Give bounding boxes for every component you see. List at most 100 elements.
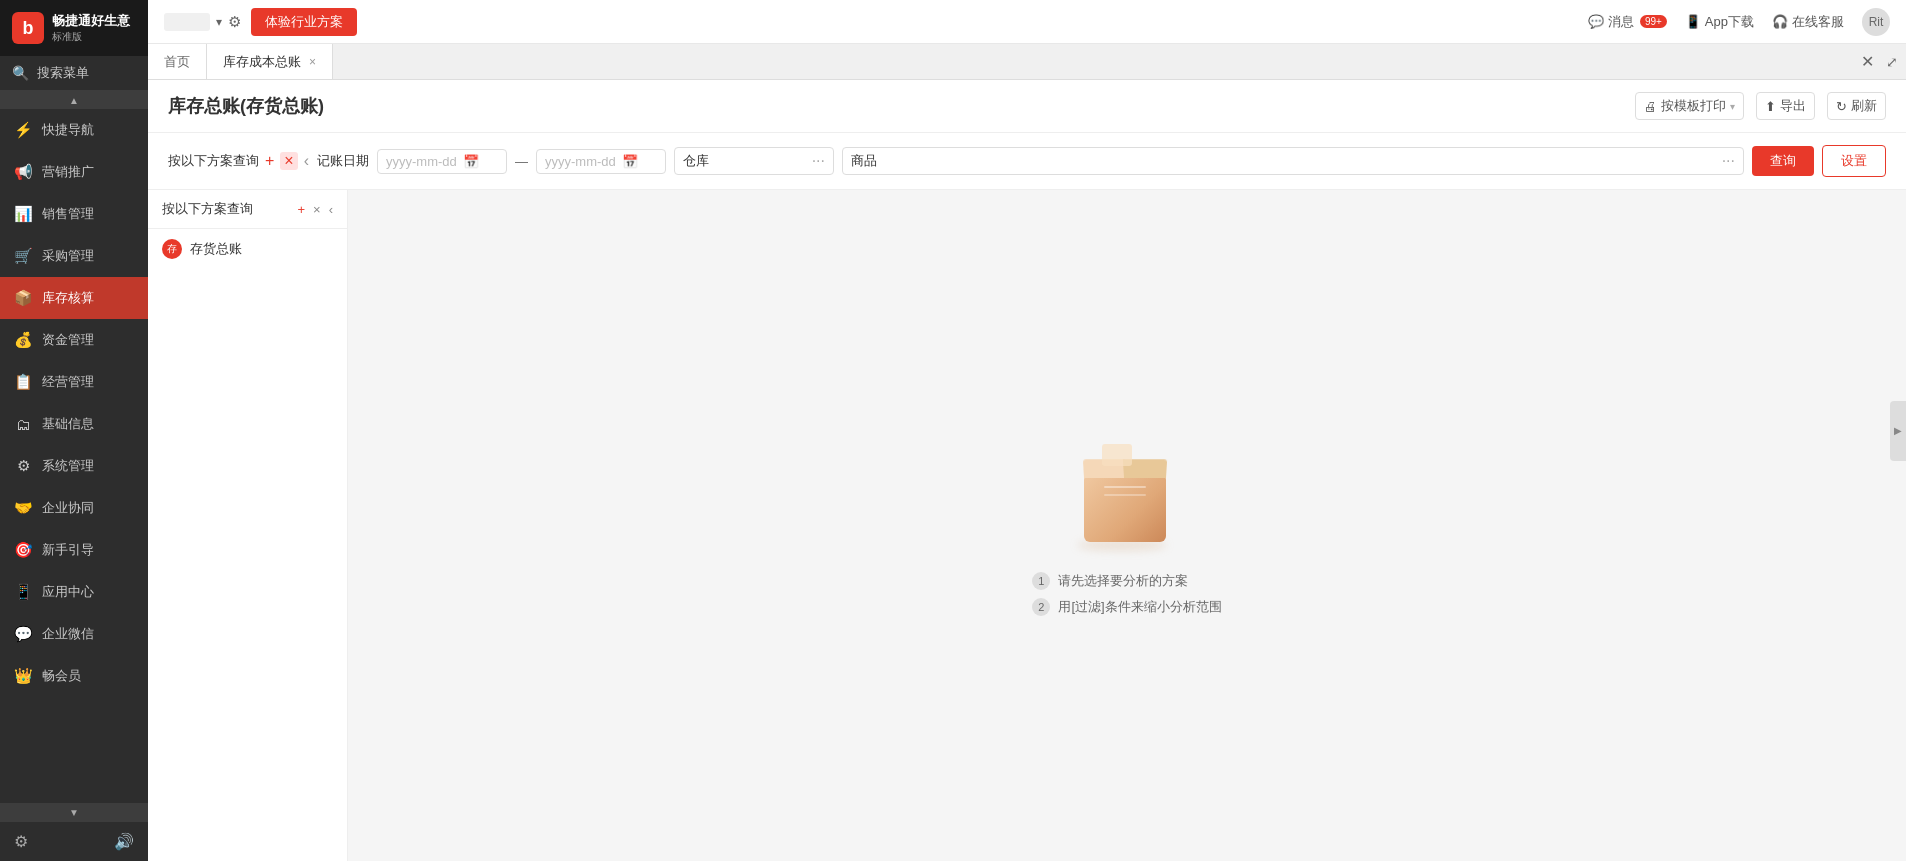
right-panel-toggle[interactable]: ▶ xyxy=(1890,401,1906,461)
scheme-item-inventory[interactable]: 存 存货总账 xyxy=(148,229,347,269)
export-btn[interactable]: ⬆ 导出 xyxy=(1756,92,1815,120)
sidebar-item-sales[interactable]: 📊 销售管理 xyxy=(0,193,148,235)
export-icon: ⬆ xyxy=(1765,99,1776,114)
sidebar-item-enterprise[interactable]: 🤝 企业协同 xyxy=(0,487,148,529)
filter-collapse-icon[interactable]: ‹ xyxy=(304,152,309,170)
panel-collapse-icon[interactable]: ‹ xyxy=(329,202,333,217)
topbar-right: 💬 消息 99+ 📱 App下载 🎧 在线客服 Rit xyxy=(1588,8,1890,36)
filter-controls: 记账日期 yyyy-mm-dd 📅 — yyyy-mm-dd 📅 仓库 ··· … xyxy=(317,147,1744,175)
basic-icon: 🗂 xyxy=(14,416,32,433)
quick-nav-icon: ⚡ xyxy=(14,121,32,139)
sidebar-item-purchase[interactable]: 🛒 采购管理 xyxy=(0,235,148,277)
query-button[interactable]: 查询 xyxy=(1752,146,1814,176)
headset-icon: 🎧 xyxy=(1772,14,1788,29)
sidebar-item-basic[interactable]: 🗂 基础信息 xyxy=(0,403,148,445)
sales-icon: 📊 xyxy=(14,205,32,223)
finance-icon: 💰 xyxy=(14,331,32,349)
sidebar-item-wechat[interactable]: 💬 企业微信 xyxy=(0,613,148,655)
print-btn[interactable]: 🖨 按模板打印 ▾ xyxy=(1635,92,1744,120)
product-more-icon[interactable]: ··· xyxy=(1722,152,1735,170)
page-actions: 🖨 按模板打印 ▾ ⬆ 导出 ↻ 刷新 xyxy=(1635,92,1886,120)
wechat-icon: 💬 xyxy=(14,625,32,643)
sidebar-item-operations[interactable]: 📋 经营管理 xyxy=(0,361,148,403)
hint-num-1: 1 xyxy=(1032,572,1050,590)
filter-area: 按以下方案查询 + × ‹ 记账日期 yyyy-mm-dd 📅 — yyyy-m… xyxy=(148,133,1906,190)
logo-icon: b xyxy=(12,12,44,44)
empty-illustration xyxy=(1062,436,1192,556)
calendar-start-icon[interactable]: 📅 xyxy=(463,154,479,169)
product-select[interactable]: 商品 ··· xyxy=(842,147,1744,175)
app-download-item[interactable]: 📱 App下载 xyxy=(1685,13,1754,31)
scroll-up-button[interactable]: ▲ xyxy=(0,91,148,109)
warehouse-select[interactable]: 仓库 ··· xyxy=(674,147,834,175)
filter-actions: 查询 设置 xyxy=(1752,145,1886,177)
content-area: 按以下方案查询 + × ‹ 存 存货总账 xyxy=(148,190,1906,861)
topbar: ▾ ⚙ 体验行业方案 💬 消息 99+ 📱 App下载 🎧 在线客服 Rit xyxy=(148,0,1906,44)
marketing-icon: 📢 xyxy=(14,163,32,181)
panel-header-icons: + × ‹ xyxy=(297,202,333,217)
topbar-settings-icon[interactable]: ⚙ xyxy=(228,13,241,31)
guide-icon: 🎯 xyxy=(14,541,32,559)
data-area: 1 请先选择要分析的方案 2 用[过滤]条件来缩小分析范围 xyxy=(348,190,1906,861)
refresh-btn[interactable]: ↻ 刷新 xyxy=(1827,92,1886,120)
expand-icon[interactable]: ⤢ xyxy=(1886,54,1898,70)
page-header: 库存总账(存货总账) 🖨 按模板打印 ▾ ⬆ 导出 ↻ 刷新 xyxy=(148,80,1906,133)
sidebar-item-finance[interactable]: 💰 资金管理 xyxy=(0,319,148,361)
settings-button[interactable]: 设置 xyxy=(1822,145,1886,177)
sidebar-item-quick-nav[interactable]: ⚡ 快捷导航 xyxy=(0,109,148,151)
topbar-placeholder xyxy=(164,13,210,31)
phone-icon: 📱 xyxy=(1685,14,1701,29)
panel-delete-icon[interactable]: × xyxy=(313,202,321,217)
user-avatar[interactable]: Rit xyxy=(1862,8,1890,36)
tabs-bar: 首页 库存成本总账 × ✕ ⤢ xyxy=(148,44,1906,80)
right-toggle-icon: ▶ xyxy=(1894,425,1902,436)
sidebar-item-appstore[interactable]: 📱 应用中心 xyxy=(0,571,148,613)
filter-delete-icon[interactable]: × xyxy=(280,152,297,170)
filter-add-icon[interactable]: + xyxy=(265,152,274,170)
sidebar: b 畅捷通好生意 标准版 🔍 搜索菜单 ▲ ⚡ 快捷导航 📢 营销推广 📊 销售… xyxy=(0,0,148,861)
sidebar-item-marketing[interactable]: 📢 营销推广 xyxy=(0,151,148,193)
bottom-settings-icon[interactable]: ⚙ xyxy=(14,832,28,851)
window-close-icon[interactable]: ✕ xyxy=(1857,48,1878,75)
topbar-dropdown-icon[interactable]: ▾ xyxy=(216,15,222,29)
sidebar-item-inventory[interactable]: 📦 库存核算 xyxy=(0,277,148,319)
calendar-end-icon[interactable]: 📅 xyxy=(622,154,638,169)
messages-item[interactable]: 💬 消息 99+ xyxy=(1588,13,1667,31)
sidebar-item-member[interactable]: 👑 畅会员 xyxy=(0,655,148,697)
scroll-down-button[interactable]: ▼ xyxy=(0,803,148,821)
date-end-input[interactable]: yyyy-mm-dd 📅 xyxy=(536,149,666,174)
online-service-item[interactable]: 🎧 在线客服 xyxy=(1772,13,1844,31)
messages-badge: 99+ xyxy=(1640,15,1667,28)
message-icon: 💬 xyxy=(1588,14,1604,29)
refresh-icon: ↻ xyxy=(1836,99,1847,114)
empty-state: 1 请先选择要分析的方案 2 用[过滤]条件来缩小分析范围 xyxy=(1032,436,1221,616)
system-icon: ⚙ xyxy=(14,457,32,475)
appstore-icon: 📱 xyxy=(14,583,32,601)
panel-add-icon[interactable]: + xyxy=(297,202,305,217)
sidebar-search[interactable]: 🔍 搜索菜单 xyxy=(0,56,148,91)
empty-text: 1 请先选择要分析的方案 2 用[过滤]条件来缩小分析范围 xyxy=(1032,572,1221,616)
left-panel-header: 按以下方案查询 + × ‹ xyxy=(148,190,347,229)
empty-hint-1: 1 请先选择要分析的方案 xyxy=(1032,572,1221,590)
operations-icon: 📋 xyxy=(14,373,32,391)
left-panel: 按以下方案查询 + × ‹ 存 存货总账 xyxy=(148,190,348,861)
enterprise-icon: 🤝 xyxy=(14,499,32,517)
filter-label: 按以下方案查询 + × ‹ xyxy=(168,152,309,170)
topbar-title: ▾ ⚙ xyxy=(164,13,241,31)
print-dropdown-icon: ▾ xyxy=(1730,101,1735,112)
tab-inventory-cost[interactable]: 库存成本总账 × xyxy=(207,44,333,79)
purchase-icon: 🛒 xyxy=(14,247,32,265)
filter-row: 按以下方案查询 + × ‹ 记账日期 yyyy-mm-dd 📅 — yyyy-m… xyxy=(168,145,1886,177)
tab-home[interactable]: 首页 xyxy=(148,44,207,79)
tab-close-icon[interactable]: × xyxy=(309,55,316,69)
date-start-input[interactable]: yyyy-mm-dd 📅 xyxy=(377,149,507,174)
date-label: 记账日期 xyxy=(317,152,369,170)
hint-num-2: 2 xyxy=(1032,598,1050,616)
sidebar-item-system[interactable]: ⚙ 系统管理 xyxy=(0,445,148,487)
industry-btn[interactable]: 体验行业方案 xyxy=(251,8,357,36)
warehouse-more-icon[interactable]: ··· xyxy=(812,152,825,170)
app-logo: b 畅捷通好生意 标准版 xyxy=(0,0,148,56)
sidebar-item-guide[interactable]: 🎯 新手引导 xyxy=(0,529,148,571)
print-icon: 🖨 xyxy=(1644,99,1657,114)
bottom-audio-icon[interactable]: 🔊 xyxy=(114,832,134,851)
